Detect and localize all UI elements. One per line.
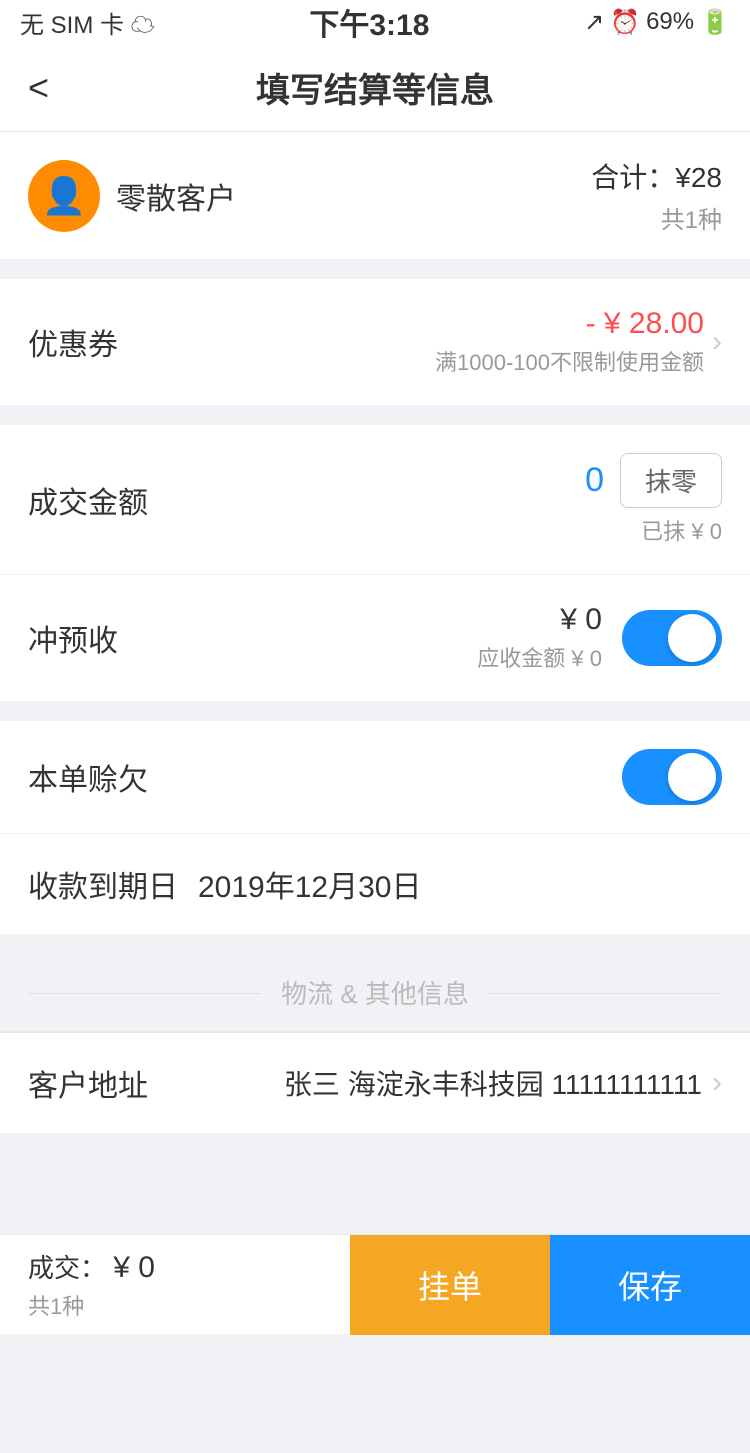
round-button[interactable]: 抹零	[620, 453, 722, 508]
prepay-right: ¥ 0 应收金额 ¥ 0	[477, 603, 722, 673]
prepay-sub: 应收金额 ¥ 0	[477, 641, 602, 673]
customer-count: 共1种	[591, 200, 722, 235]
prepay-value-block: ¥ 0 应收金额 ¥ 0	[477, 603, 602, 673]
address-row[interactable]: 客户地址 张三 海淀永丰科技园 11111111111 ›	[0, 1033, 750, 1133]
section-divider-1	[0, 259, 750, 279]
debit-toggle-knob	[668, 753, 716, 801]
debit-row: 本单赊欠	[0, 721, 750, 834]
section-divider-3	[0, 701, 750, 721]
debit-toggle[interactable]	[622, 749, 722, 805]
coupon-desc: 满1000-100不限制使用金额	[435, 345, 704, 377]
prepay-row: 冲预收 ¥ 0 应收金额 ¥ 0	[0, 575, 750, 701]
prepay-amount: ¥ 0	[477, 603, 602, 637]
prepay-toggle[interactable]	[622, 610, 722, 666]
alarm-icon: ⏰	[610, 8, 640, 37]
address-value: 张三 海淀永丰科技园 11111111111	[284, 1063, 702, 1103]
coupon-row[interactable]: 优惠券 - ¥ 28.00 满1000-100不限制使用金额 ›	[0, 279, 750, 405]
due-date-value: 2019年12月30日	[198, 862, 421, 906]
battery-icon: 🔋	[700, 8, 730, 37]
coupon-amount: - ¥ 28.00	[435, 307, 704, 341]
bottom-count: 共1种	[28, 1289, 322, 1321]
debit-section: 本单赊欠 收款到期日 2019年12月30日	[0, 721, 750, 934]
transaction-label: 成交金额	[28, 478, 148, 522]
customer-section: 👤 零散客户 合计：¥28 共1种	[0, 132, 750, 259]
status-bar: 无 SIM 卡 ☁ 下午3:18 ↗ ⏰ 69% 🔋	[0, 0, 750, 44]
customer-right: 合计：¥28 共1种	[591, 156, 722, 235]
back-button[interactable]: <	[28, 67, 49, 109]
location-icon: ↗	[584, 8, 604, 37]
address-label: 客户地址	[28, 1061, 148, 1105]
status-left: 无 SIM 卡 ☁	[20, 5, 155, 40]
due-date-row[interactable]: 收款到期日 2019年12月30日	[0, 834, 750, 934]
coupon-section: 优惠券 - ¥ 28.00 满1000-100不限制使用金额 ›	[0, 279, 750, 405]
debit-label: 本单赊欠	[28, 755, 148, 799]
coupon-right: - ¥ 28.00 满1000-100不限制使用金额 ›	[435, 307, 722, 377]
chevron-right-icon: ›	[712, 325, 722, 359]
customer-name: 零散客户	[116, 174, 236, 218]
logistics-header: 物流 & 其他信息	[0, 954, 750, 1031]
transaction-row: 成交金额 抹零 已抹 ¥ 0	[0, 425, 750, 575]
bottom-bar: 成交： ¥ 0 共1种 挂单 保存	[0, 1234, 750, 1334]
coupon-label: 优惠券	[28, 320, 118, 364]
prepay-label: 冲预收	[28, 616, 118, 660]
amount-row-top: 抹零	[504, 453, 722, 508]
logistics-label: 物流 & 其他信息	[261, 974, 489, 1011]
address-chevron-icon: ›	[712, 1066, 722, 1100]
customer-total: 合计：¥28	[591, 156, 722, 196]
coupon-value-block: - ¥ 28.00 满1000-100不限制使用金额	[435, 307, 704, 377]
status-right: ↗ ⏰ 69% 🔋	[584, 8, 730, 37]
address-right: 张三 海淀永丰科技园 11111111111 ›	[148, 1063, 722, 1103]
customer-left: 👤 零散客户	[28, 160, 236, 232]
transaction-right: 抹零 已抹 ¥ 0	[504, 453, 722, 546]
deal-amount: ¥ 0	[113, 1251, 155, 1284]
signal-text: 无 SIM 卡 ☁	[20, 5, 155, 40]
due-date-label: 收款到期日	[28, 862, 178, 906]
section-divider-6	[0, 1133, 750, 1153]
section-divider-2	[0, 405, 750, 425]
avatar-icon: 👤	[42, 175, 87, 217]
hold-button[interactable]: 挂单	[350, 1235, 550, 1335]
deal-text: 成交：	[28, 1253, 106, 1283]
transaction-sub: 已抹 ¥ 0	[641, 514, 722, 546]
bottom-deal-label: 成交： ¥ 0	[28, 1248, 322, 1285]
avatar: 👤	[28, 160, 100, 232]
bottom-info: 成交： ¥ 0 共1种	[0, 1248, 350, 1321]
battery-text: 69%	[646, 8, 694, 36]
toggle-knob	[668, 614, 716, 662]
status-time: 下午3:18	[309, 0, 429, 44]
save-button[interactable]: 保存	[550, 1235, 750, 1335]
transaction-input[interactable]	[504, 461, 604, 500]
page-title: 填写结算等信息	[256, 63, 494, 112]
section-divider-4	[0, 934, 750, 954]
transaction-section: 成交金额 抹零 已抹 ¥ 0 冲预收 ¥ 0 应收金额 ¥ 0	[0, 425, 750, 701]
nav-bar: < 填写结算等信息	[0, 44, 750, 132]
